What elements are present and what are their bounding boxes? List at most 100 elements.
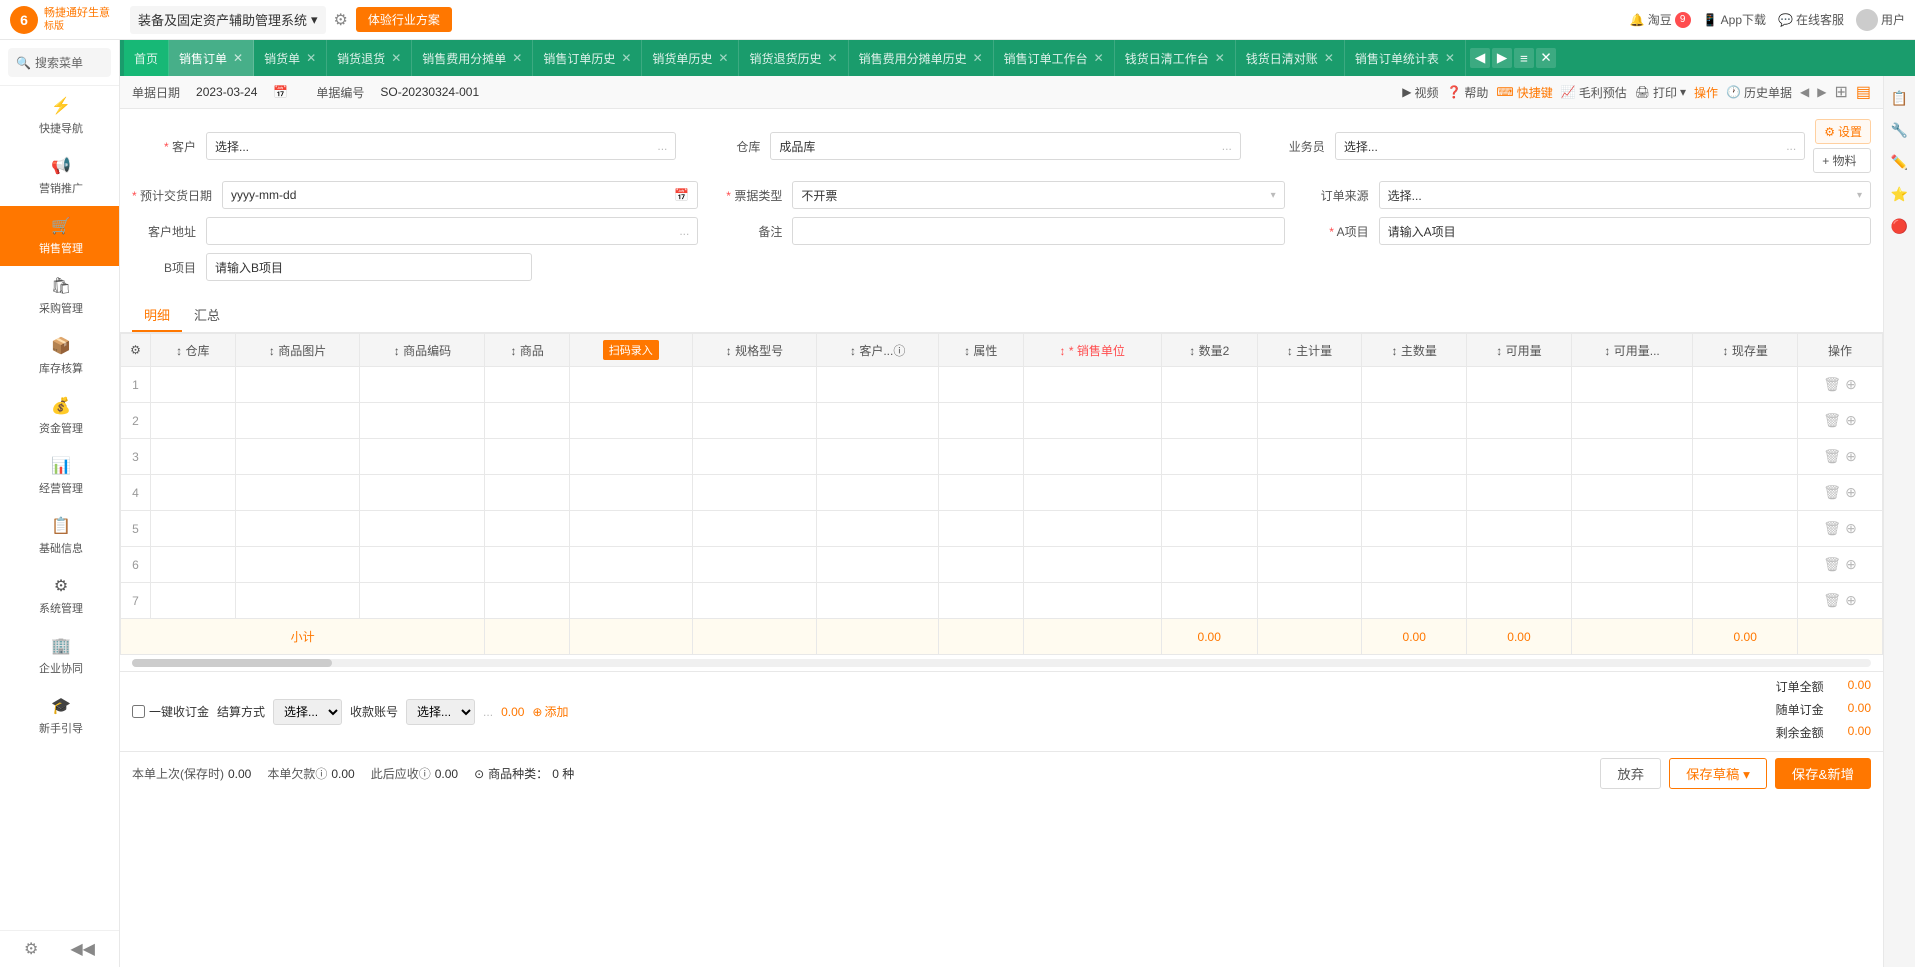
settlement-select[interactable]: 选择... bbox=[273, 699, 342, 725]
scan-button[interactable]: 扫码录入 bbox=[603, 340, 659, 360]
row-scan-1[interactable] bbox=[569, 367, 692, 403]
th-main-unit[interactable]: ↕ 主计量 bbox=[1257, 334, 1362, 367]
list-icon[interactable]: ▤ bbox=[1856, 82, 1871, 102]
sub-tab-detail[interactable]: 明细 bbox=[132, 299, 182, 332]
tab-close-icon[interactable]: ✕ bbox=[1215, 51, 1225, 65]
sidebar-item-finance[interactable]: 💰 资金管理 bbox=[0, 386, 119, 446]
sidebar-item-purchase[interactable]: 🛍 采购管理 bbox=[0, 266, 119, 326]
online-service-item[interactable]: 💬 在线客服 bbox=[1778, 11, 1844, 28]
th-unit[interactable]: ↕ * 销售单位 bbox=[1023, 334, 1161, 367]
tab-close-icon[interactable]: ✕ bbox=[391, 51, 401, 65]
tab-close-icon[interactable]: ✕ bbox=[718, 51, 728, 65]
customer-address-input[interactable]: ... bbox=[206, 217, 698, 245]
search-menu-button[interactable]: 🔍 搜索菜单 bbox=[8, 48, 111, 77]
row-available2-1[interactable] bbox=[1571, 367, 1693, 403]
row-unit-1[interactable] bbox=[1023, 367, 1161, 403]
delete-icon[interactable]: 🗑 bbox=[1823, 520, 1841, 537]
sidebar-item-system[interactable]: ⚙ 系统管理 bbox=[0, 566, 119, 626]
row-code-1[interactable] bbox=[360, 367, 485, 403]
row-stock-1[interactable] bbox=[1693, 367, 1798, 403]
calendar-icon[interactable]: 📅 bbox=[273, 85, 288, 99]
delete-icon[interactable]: 🗑 bbox=[1823, 484, 1841, 501]
delete-icon[interactable]: 🗑 bbox=[1823, 448, 1841, 465]
tab-close-icon[interactable]: ✕ bbox=[1324, 51, 1334, 65]
tab-close-icon[interactable]: ✕ bbox=[306, 51, 316, 65]
th-image[interactable]: ↕ 商品图片 bbox=[235, 334, 360, 367]
view-action[interactable]: ▶ 视频 bbox=[1402, 84, 1438, 101]
th-qty2[interactable]: ↕ 数量2 bbox=[1161, 334, 1257, 367]
copy-icon[interactable]: ⊕ bbox=[1845, 592, 1857, 609]
sidebar-item-inventory[interactable]: 📦 库存核算 bbox=[0, 326, 119, 386]
table-scroll-thumb[interactable] bbox=[132, 659, 332, 667]
one-click-checkbox-label[interactable]: 一键收订金 bbox=[132, 703, 209, 720]
settings-icon[interactable]: ⚙ bbox=[334, 10, 348, 30]
delete-icon[interactable]: 🗑 bbox=[1823, 412, 1841, 429]
th-scan[interactable]: 扫码录入 bbox=[569, 334, 692, 367]
nav-prev-icon[interactable]: ◀ bbox=[1800, 85, 1809, 99]
th-product[interactable]: ↕ 商品 bbox=[485, 334, 570, 367]
app-download-item[interactable]: 📱 App下载 bbox=[1703, 11, 1766, 28]
save-new-button[interactable]: 保存&新增 bbox=[1775, 758, 1871, 789]
industry-button[interactable]: 体验行业方案 bbox=[356, 7, 452, 32]
row-spec-1[interactable] bbox=[692, 367, 817, 403]
row-warehouse-1[interactable] bbox=[151, 367, 236, 403]
delete-icon[interactable]: 🗑 bbox=[1823, 556, 1841, 573]
right-panel-icon-5[interactable]: 🔴 bbox=[1886, 212, 1914, 240]
profit-action[interactable]: 📈 毛利预估 bbox=[1561, 84, 1627, 101]
tab-sales-order[interactable]: 销售订单 ✕ bbox=[169, 40, 254, 76]
salesperson-input[interactable]: 选择... ... bbox=[1335, 132, 1805, 160]
right-panel-icon-1[interactable]: 📋 bbox=[1886, 84, 1914, 112]
tab-stats[interactable]: 销售订单统计表 ✕ bbox=[1345, 40, 1466, 76]
row-available-1[interactable] bbox=[1467, 367, 1572, 403]
right-panel-icon-3[interactable]: ✏️ bbox=[1886, 148, 1914, 176]
row-customer-code-1[interactable] bbox=[817, 367, 939, 403]
operations-action[interactable]: 操作 bbox=[1694, 84, 1718, 101]
tab-expand-button[interactable]: ≡ bbox=[1514, 48, 1534, 68]
right-panel-icon-4[interactable]: ⭐ bbox=[1886, 180, 1914, 208]
add-material-button[interactable]: + 物料 bbox=[1813, 148, 1871, 173]
tab-close-icon[interactable]: ✕ bbox=[233, 51, 243, 65]
receipt-select[interactable]: 选择... bbox=[406, 699, 475, 725]
copy-icon[interactable]: ⊕ bbox=[1845, 376, 1857, 393]
sidebar-item-base-info[interactable]: 📋 基础信息 bbox=[0, 506, 119, 566]
help-action[interactable]: ❓ 帮助 bbox=[1446, 84, 1488, 101]
copy-icon[interactable]: ⊕ bbox=[1845, 520, 1857, 537]
notes-input[interactable] bbox=[792, 217, 1284, 245]
copy-icon[interactable]: ⊕ bbox=[1845, 484, 1857, 501]
tab-close-icon[interactable]: ✕ bbox=[828, 51, 838, 65]
tab-home[interactable]: 首页 bbox=[124, 40, 169, 76]
th-customer-code[interactable]: ↕ 客户...ⓘ bbox=[817, 334, 939, 367]
tab-prev-button[interactable]: ◀ bbox=[1470, 48, 1490, 68]
tab-daily-reconcile[interactable]: 钱货日清对账 ✕ bbox=[1236, 40, 1345, 76]
b-project-input[interactable]: 请输入B项目 bbox=[206, 253, 532, 281]
tab-next-button[interactable]: ▶ bbox=[1492, 48, 1512, 68]
history-action[interactable]: 🕐 历史单据 bbox=[1726, 84, 1792, 101]
discard-button[interactable]: 放弃 bbox=[1600, 758, 1661, 789]
add-button[interactable]: ⊕ 添加 bbox=[532, 703, 568, 720]
warehouse-input[interactable]: 成品库 ... bbox=[770, 132, 1240, 160]
sub-tab-summary[interactable]: 汇总 bbox=[182, 299, 232, 332]
tab-sales-order-history[interactable]: 销售订单历史 ✕ bbox=[533, 40, 642, 76]
tab-sales-goods[interactable]: 销货单 ✕ bbox=[254, 40, 327, 76]
tab-return-history[interactable]: 销货退货历史 ✕ bbox=[739, 40, 848, 76]
right-panel-icon-2[interactable]: 🔧 bbox=[1886, 116, 1914, 144]
sidebar-item-enterprise[interactable]: 🏢 企业协同 bbox=[0, 626, 119, 686]
delivery-date-input[interactable]: yyyy-mm-dd 📅 bbox=[222, 181, 698, 209]
invoice-type-select[interactable]: 不开票 ▾ bbox=[792, 181, 1284, 209]
tab-sales-expense[interactable]: 销售费用分摊单 ✕ bbox=[412, 40, 533, 76]
th-main-qty[interactable]: ↕ 主数量 bbox=[1362, 334, 1467, 367]
row-main-qty-1[interactable] bbox=[1362, 367, 1467, 403]
tab-close-icon[interactable]: ✕ bbox=[512, 51, 522, 65]
user-item[interactable]: 用户 bbox=[1856, 9, 1905, 31]
row-image-1[interactable] bbox=[235, 367, 360, 403]
tab-expense-history[interactable]: 销售费用分摊单历史 ✕ bbox=[849, 40, 994, 76]
order-source-select[interactable]: 选择... ▾ bbox=[1379, 181, 1871, 209]
th-spec[interactable]: ↕ 规格型号 bbox=[692, 334, 817, 367]
copy-icon[interactable]: ⊕ bbox=[1845, 412, 1857, 429]
th-product-code[interactable]: ↕ 商品编码 bbox=[360, 334, 485, 367]
th-available2[interactable]: ↕ 可用量... bbox=[1571, 334, 1693, 367]
one-click-checkbox[interactable] bbox=[132, 705, 145, 718]
th-warehouse[interactable]: ↕ 仓库 bbox=[151, 334, 236, 367]
sidebar-item-marketing[interactable]: 📢 营销推广 bbox=[0, 146, 119, 206]
row-main-unit-1[interactable] bbox=[1257, 367, 1362, 403]
